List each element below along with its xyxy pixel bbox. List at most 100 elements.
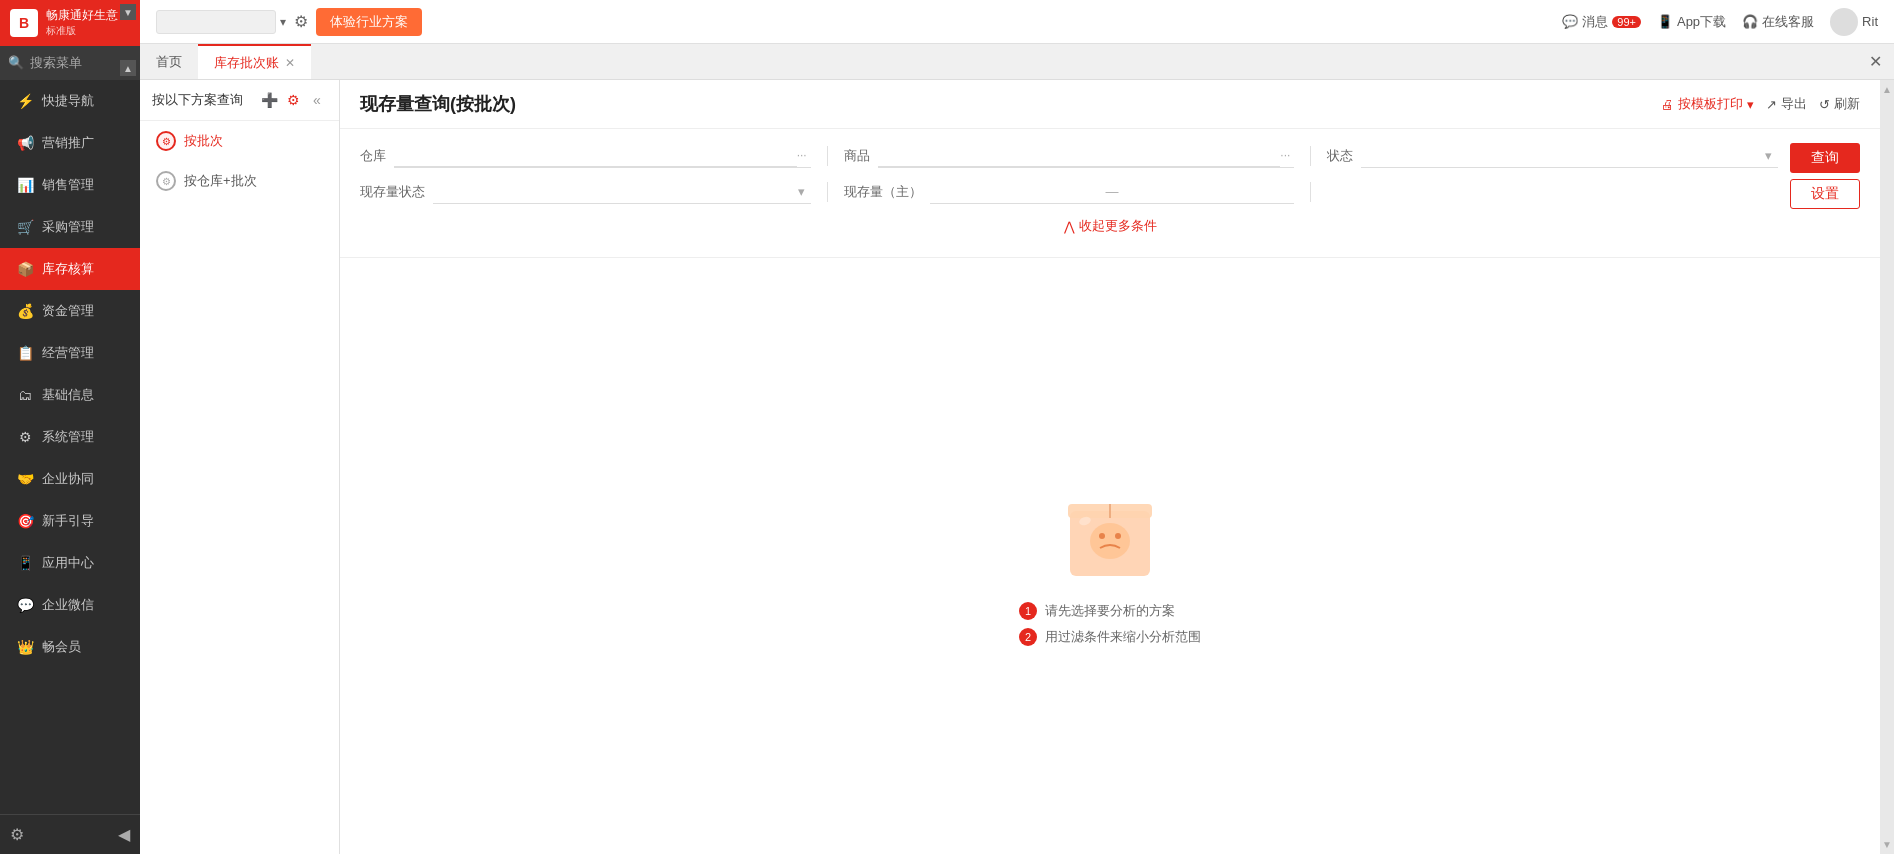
settings-scheme-button[interactable]: ⚙ [283, 90, 303, 110]
tab-panel-close-button[interactable]: ✕ [1869, 52, 1894, 71]
divider-2 [1310, 146, 1311, 166]
sidebar-items: ⚡ 快捷导航 📢 营销推广 📊 销售管理 🛒 采购管理 📦 库存核算 💰 资金管… [0, 80, 140, 814]
sidebar-item-enterprise-wechat[interactable]: 💬 企业微信 [0, 584, 140, 626]
scheme-by-warehouse-batch-label: 按仓库+批次 [184, 172, 257, 190]
refresh-button[interactable]: ↺ 刷新 [1819, 95, 1860, 113]
stock-status-field: 现存量状态 ▾ [360, 180, 811, 204]
sidebar-item-system[interactable]: ⚙ 系统管理 [0, 416, 140, 458]
user-menu[interactable]: Rit [1830, 8, 1878, 36]
tab-home[interactable]: 首页 [140, 44, 198, 79]
add-scheme-button[interactable]: ➕ [259, 90, 279, 110]
enterprise-wechat-icon: 💬 [16, 596, 34, 614]
sidebar-collapse-icon[interactable]: ◀ [118, 825, 130, 844]
sidebar-item-label: 快捷导航 [42, 92, 94, 110]
empty-hint-1: 1 请先选择要分析的方案 [1019, 602, 1201, 620]
sidebar-scroll-up[interactable]: ▲ [120, 60, 136, 76]
query-button[interactable]: 查询 [1790, 143, 1860, 173]
tabs-bar: 首页 库存批次账 ✕ ✕ [140, 44, 1894, 80]
product-input[interactable] [878, 143, 1281, 167]
sales-icon: 📊 [16, 176, 34, 194]
sidebar-item-purchase[interactable]: 🛒 采购管理 [0, 206, 140, 248]
app-center-icon: 📱 [16, 554, 34, 572]
online-support-button[interactable]: 🎧 在线客服 [1742, 13, 1814, 31]
members-icon: 👑 [16, 638, 34, 656]
topbar-search-area: ▾ [156, 10, 286, 34]
sidebar-item-label: 经营管理 [42, 344, 94, 362]
status-dropdown[interactable]: ▾ [1361, 144, 1778, 168]
filter-scheme-panel: 按以下方案查询 ➕ ⚙ « ⚙ 按批次 ⚙ 按仓库+批次 [140, 80, 340, 854]
sidebar-item-members[interactable]: 👑 畅会员 [0, 626, 140, 668]
svg-point-3 [1090, 523, 1130, 559]
newbie-icon: 🎯 [16, 512, 34, 530]
topbar-search-input[interactable] [156, 10, 276, 34]
scroll-up-arrow[interactable]: ▲ [1878, 80, 1894, 99]
message-icon: 💬 [1562, 14, 1578, 29]
messages-button[interactable]: 💬 消息 99+ [1562, 13, 1641, 31]
search-menu-label: 搜索菜单 [30, 54, 82, 72]
product-input-wrapper: ··· [878, 143, 1295, 168]
collapse-panel-button[interactable]: « [307, 90, 327, 110]
marketing-icon: 📢 [16, 134, 34, 152]
sidebar-item-app-center[interactable]: 📱 应用中心 [0, 542, 140, 584]
app-download-label: App下载 [1677, 13, 1726, 31]
stock-status-dropdown[interactable]: ▾ [433, 180, 811, 204]
content-area: 按以下方案查询 ➕ ⚙ « ⚙ 按批次 ⚙ 按仓库+批次 现存量查询(按批次) [140, 80, 1894, 854]
sidebar-footer: ⚙ ◀ [0, 814, 140, 854]
sidebar-item-quick-nav[interactable]: ⚡ 快捷导航 [0, 80, 140, 122]
sidebar-item-newbie[interactable]: 🎯 新手引导 [0, 500, 140, 542]
topbar-dropdown-icon[interactable]: ▾ [280, 15, 286, 29]
sidebar-item-label: 采购管理 [42, 218, 94, 236]
topbar-gear-icon[interactable]: ⚙ [294, 12, 308, 31]
filter-bar: 仓库 ··· 商品 ··· [340, 129, 1880, 258]
stock-qty-label: 现存量（主） [844, 183, 922, 201]
experience-industry-button[interactable]: 体验行业方案 [316, 8, 422, 36]
sidebar-item-marketing[interactable]: 📢 营销推广 [0, 122, 140, 164]
sidebar-settings-icon[interactable]: ⚙ [10, 825, 24, 844]
divider-3 [827, 182, 828, 202]
scroll-down-arrow[interactable]: ▼ [1878, 835, 1894, 854]
sidebar-item-inventory[interactable]: 📦 库存核算 [0, 248, 140, 290]
query-panel: 现存量查询(按批次) 🖨 按模板打印 ▾ ↗ 导出 ↺ 刷新 [340, 80, 1880, 854]
svg-point-4 [1099, 533, 1105, 539]
empty-svg [1050, 466, 1170, 586]
product-more-icon[interactable]: ··· [1280, 148, 1290, 162]
sidebar-item-label: 基础信息 [42, 386, 94, 404]
app-download-button[interactable]: 📱 App下载 [1657, 13, 1726, 31]
sidebar-item-basic[interactable]: 🗂 基础信息 [0, 374, 140, 416]
sidebar-item-sales[interactable]: 📊 销售管理 [0, 164, 140, 206]
scheme-by-warehouse-batch[interactable]: ⚙ 按仓库+批次 [140, 161, 339, 201]
phone-icon: 📱 [1657, 14, 1673, 29]
scheme-by-batch[interactable]: ⚙ 按批次 [140, 121, 339, 161]
print-dropdown-icon[interactable]: ▾ [1747, 97, 1754, 112]
export-label: 导出 [1781, 95, 1807, 113]
page-title: 现存量查询(按批次) [360, 92, 516, 116]
filter-panel-title: 按以下方案查询 [152, 91, 243, 109]
warehouse-input[interactable] [394, 143, 797, 167]
sidebar-scroll-down[interactable]: ▼ [120, 4, 136, 20]
hint-number-2: 2 [1019, 628, 1037, 646]
refresh-label: 刷新 [1834, 95, 1860, 113]
print-button[interactable]: 🖨 按模板打印 ▾ [1661, 95, 1754, 113]
search-icon: 🔍 [8, 55, 24, 70]
product-field: 商品 ··· [844, 143, 1295, 168]
sidebar-search[interactable]: 🔍 搜索菜单 [0, 46, 140, 80]
collapse-filters-button[interactable]: ⋀ 收起更多条件 [1056, 209, 1165, 243]
sidebar-item-operation[interactable]: 📋 经营管理 [0, 332, 140, 374]
status-field: 状态 ▾ [1327, 144, 1778, 168]
warehouse-more-icon[interactable]: ··· [797, 148, 807, 162]
hint-number-1: 1 [1019, 602, 1037, 620]
messages-badge: 99+ [1612, 16, 1641, 28]
sidebar-item-label: 畅会员 [42, 638, 81, 656]
basic-icon: 🗂 [16, 386, 34, 404]
sidebar-item-finance[interactable]: 💰 资金管理 [0, 290, 140, 332]
export-button[interactable]: ↗ 导出 [1766, 95, 1807, 113]
enterprise-icon: 🤝 [16, 470, 34, 488]
tab-close-icon[interactable]: ✕ [285, 56, 295, 70]
filter-settings-button[interactable]: 设置 [1790, 179, 1860, 209]
refresh-icon: ↺ [1819, 97, 1830, 112]
finance-icon: 💰 [16, 302, 34, 320]
sidebar-item-enterprise[interactable]: 🤝 企业协同 [0, 458, 140, 500]
right-scrollbar[interactable]: ▲ ▼ [1880, 80, 1894, 854]
tab-batch-account[interactable]: 库存批次账 ✕ [198, 44, 311, 79]
empty-illustration [1050, 466, 1170, 586]
